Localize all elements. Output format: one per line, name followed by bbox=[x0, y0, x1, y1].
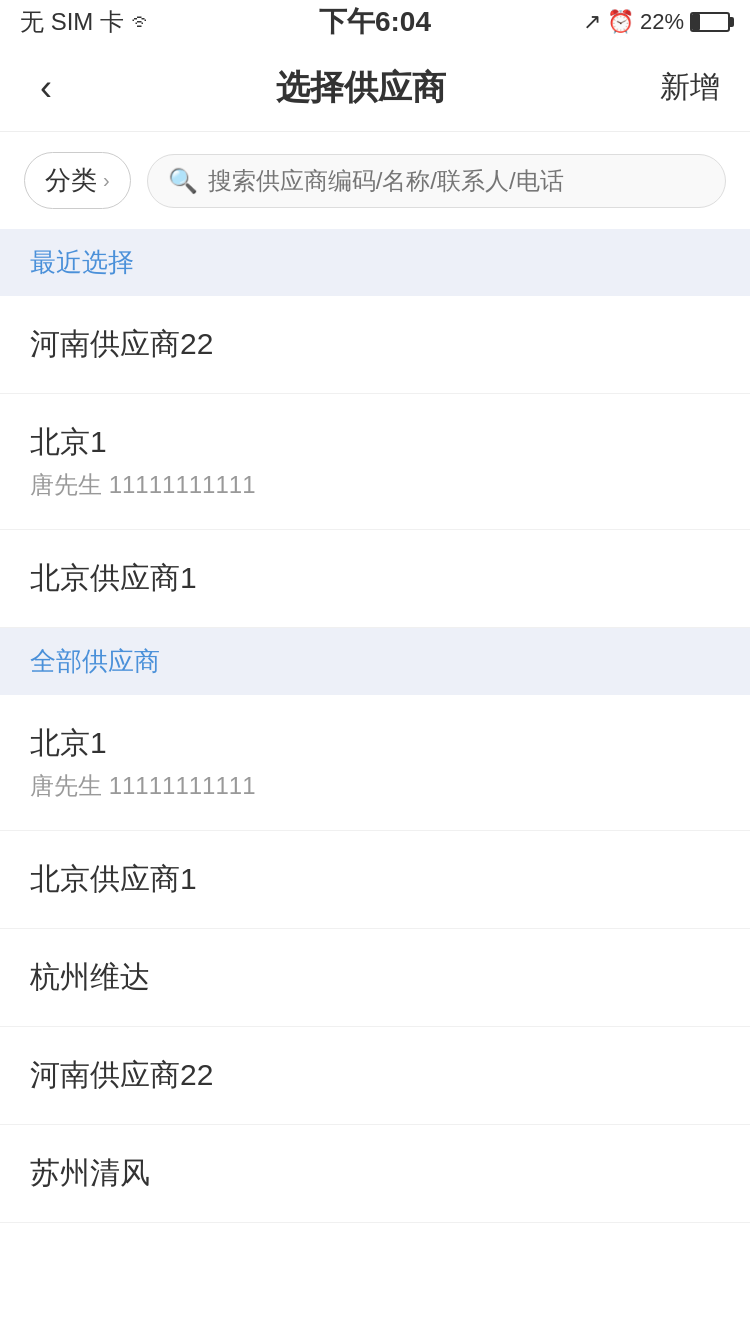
list-item[interactable]: 河南供应商22 bbox=[0, 296, 750, 394]
list-item[interactable]: 杭州维达 bbox=[0, 929, 750, 1027]
page-title: 选择供应商 bbox=[276, 65, 446, 111]
alarm-icon: ⏰ bbox=[607, 9, 634, 35]
back-button[interactable]: ‹ bbox=[30, 57, 62, 119]
status-right: ↗ ⏰ 22% bbox=[583, 9, 730, 35]
recent-section-label: 最近选择 bbox=[30, 247, 134, 277]
list-item-name: 北京1 bbox=[30, 723, 720, 764]
list-item-name: 河南供应商22 bbox=[30, 1055, 720, 1096]
recent-section-header: 最近选择 bbox=[0, 229, 750, 296]
filter-bar: 分类 › 🔍 bbox=[0, 132, 750, 229]
list-item[interactable]: 北京供应商1 bbox=[0, 530, 750, 628]
search-box[interactable]: 🔍 bbox=[147, 154, 726, 208]
list-item-name: 北京供应商1 bbox=[30, 859, 720, 900]
battery-icon bbox=[690, 12, 730, 32]
list-item[interactable]: 北京1 唐先生 11111111111 bbox=[0, 695, 750, 831]
list-item-name: 北京供应商1 bbox=[30, 558, 720, 599]
add-button[interactable]: 新增 bbox=[660, 67, 720, 108]
list-item-name: 河南供应商22 bbox=[30, 324, 720, 365]
list-item[interactable]: 北京供应商1 bbox=[0, 831, 750, 929]
chevron-right-icon: › bbox=[103, 169, 110, 192]
list-item[interactable]: 苏州清风 bbox=[0, 1125, 750, 1223]
recent-items-list: 河南供应商22 北京1 唐先生 11111111111 北京供应商1 bbox=[0, 296, 750, 628]
all-section-header: 全部供应商 bbox=[0, 628, 750, 695]
status-time: 下午6:04 bbox=[319, 3, 431, 41]
list-item[interactable]: 河南供应商22 bbox=[0, 1027, 750, 1125]
nav-bar: ‹ 选择供应商 新增 bbox=[0, 44, 750, 132]
battery-percent: 22% bbox=[640, 9, 684, 35]
list-item-name: 北京1 bbox=[30, 422, 720, 463]
search-icon: 🔍 bbox=[168, 167, 198, 195]
list-item[interactable]: 北京1 唐先生 11111111111 bbox=[0, 394, 750, 530]
location-icon: ↗ bbox=[583, 9, 601, 35]
category-button[interactable]: 分类 › bbox=[24, 152, 131, 209]
status-bar: 无 SIM 卡 ᯤ 下午6:04 ↗ ⏰ 22% bbox=[0, 0, 750, 44]
search-input[interactable] bbox=[208, 167, 705, 195]
list-item-sub: 唐先生 11111111111 bbox=[30, 770, 720, 802]
no-sim-label: 无 SIM 卡 ᯤ bbox=[20, 6, 155, 38]
list-item-name: 杭州维达 bbox=[30, 957, 720, 998]
all-section-label: 全部供应商 bbox=[30, 646, 160, 676]
all-items-list: 北京1 唐先生 11111111111 北京供应商1 杭州维达河南供应商22 苏州清风 bbox=[0, 695, 750, 1223]
list-item-sub: 唐先生 11111111111 bbox=[30, 469, 720, 501]
status-left: 无 SIM 卡 ᯤ bbox=[20, 6, 155, 38]
category-label: 分类 bbox=[45, 163, 97, 198]
list-item-name: 苏州清风 bbox=[30, 1153, 720, 1194]
